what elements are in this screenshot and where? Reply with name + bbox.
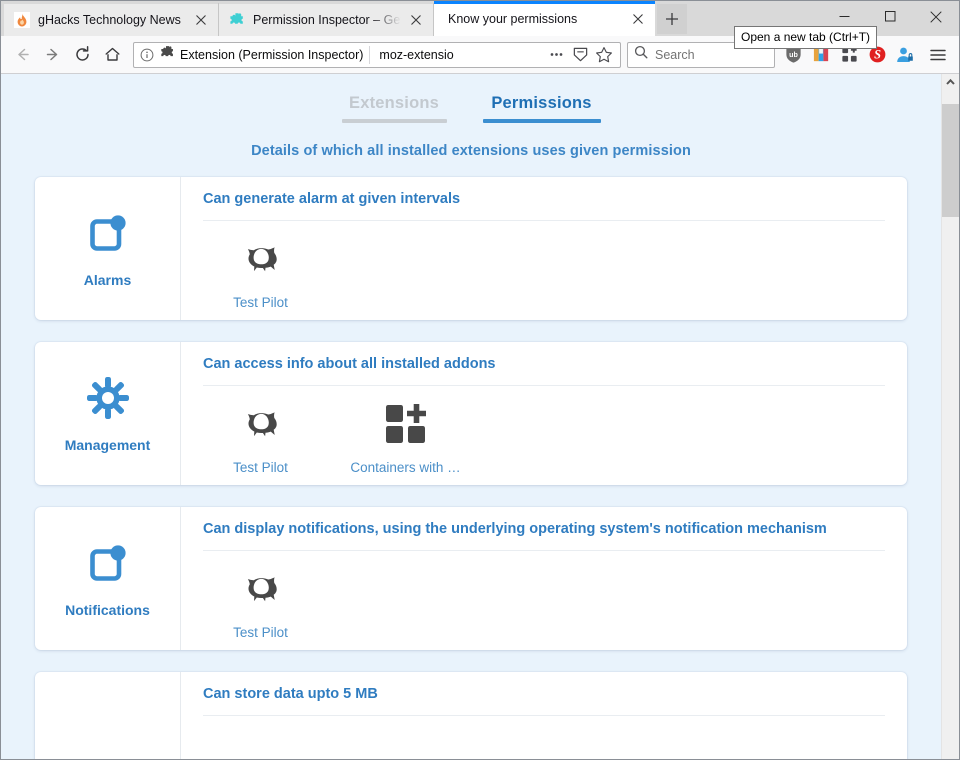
permission-card-list: Alarms Can generate alarm at given inter… xyxy=(1,177,941,759)
permission-card: Notifications Can display notifications,… xyxy=(35,507,907,650)
reload-button[interactable] xyxy=(67,40,97,70)
permission-details: Can generate alarm at given intervals Te… xyxy=(181,177,907,320)
back-arrow-icon xyxy=(17,48,29,61)
extension-name: Containers with … xyxy=(350,460,461,475)
containers-grid-plus-icon xyxy=(383,400,429,448)
permission-card: Can store data upto 5 MB xyxy=(35,672,907,759)
scrollbar-thumb[interactable] xyxy=(942,104,959,217)
search-icon xyxy=(634,45,648,64)
tab-extensions[interactable]: Extensions xyxy=(341,94,447,123)
permission-details: Can access info about all installed addo… xyxy=(181,342,907,485)
tab-close-icon[interactable] xyxy=(627,8,649,30)
extension-name: Test Pilot xyxy=(233,625,288,640)
permission-description: Can display notifications, using the und… xyxy=(203,521,885,551)
test-pilot-icon xyxy=(238,235,284,283)
permission-name: Alarms xyxy=(83,272,132,288)
tab-underline xyxy=(341,119,447,123)
content-area: Extensions Permissions Details of which … xyxy=(1,74,959,759)
permission-details: Can store data upto 5 MB xyxy=(181,672,907,759)
address-bar[interactable]: Extension (Permission Inspector) moz-ext… xyxy=(133,41,621,68)
permission-description: Can store data upto 5 MB xyxy=(203,686,885,716)
scroll-up-arrow-icon[interactable] xyxy=(942,74,959,91)
browser-tab-title: Know your permissions xyxy=(448,11,578,26)
close-button[interactable] xyxy=(913,1,959,32)
browser-tab-1[interactable]: gHacks Technology News xyxy=(4,3,219,36)
hamburger-menu-button[interactable] xyxy=(923,40,953,70)
test-pilot-icon xyxy=(238,400,284,448)
gear-icon xyxy=(84,374,132,427)
permission-identity: Alarms xyxy=(35,177,181,320)
extension-list xyxy=(203,716,885,730)
new-tab-button[interactable] xyxy=(657,4,687,34)
info-circle-icon xyxy=(140,48,154,62)
notification-rounded-square-icon xyxy=(84,539,132,592)
permission-name: Management xyxy=(64,437,151,453)
browser-window: gHacks Technology News Permission Inspec… xyxy=(0,0,960,760)
bookmark-star-icon[interactable] xyxy=(592,44,616,66)
permission-card: Management Can access info about all ins… xyxy=(35,342,907,485)
home-button[interactable] xyxy=(97,40,127,70)
identity-box[interactable]: Extension (Permission Inspector) xyxy=(138,45,371,65)
page-tab-bar: Extensions Permissions xyxy=(1,94,941,123)
test-pilot-icon xyxy=(238,565,284,613)
tab-permissions-label: Permissions xyxy=(491,94,592,112)
forward-arrow-icon xyxy=(46,48,57,61)
permission-description: Can generate alarm at given intervals xyxy=(203,191,885,221)
home-icon xyxy=(105,47,119,61)
tab-close-icon[interactable] xyxy=(190,9,212,31)
tab-underline xyxy=(482,119,601,123)
svg-text:ub: ub xyxy=(789,51,798,59)
svg-text:S: S xyxy=(874,48,881,62)
permission-identity: Management xyxy=(35,342,181,485)
hamburger-menu-icon xyxy=(930,49,946,60)
reload-icon xyxy=(75,46,89,61)
puzzle-teal-icon xyxy=(229,12,245,28)
browser-tab-title: Permission Inspector – Get this xyxy=(253,12,401,27)
permission-inspector-page: Extensions Permissions Details of which … xyxy=(1,74,941,759)
search-input[interactable]: Search xyxy=(655,48,695,62)
identity-label: Extension (Permission Inspector) xyxy=(180,47,364,62)
tab-permissions[interactable]: Permissions xyxy=(482,94,601,123)
permission-identity xyxy=(35,672,181,759)
tab-close-icon[interactable] xyxy=(405,9,427,31)
page-subtitle: Details of which all installed extension… xyxy=(251,143,691,159)
notification-rounded-square-icon xyxy=(84,209,132,262)
permission-name: Notifications xyxy=(65,602,150,618)
plus-icon xyxy=(666,13,678,25)
forward-button[interactable] xyxy=(37,40,67,70)
extension-item[interactable]: Containers with … xyxy=(348,400,463,475)
permission-details: Can display notifications, using the und… xyxy=(181,507,907,650)
extension-list: Test Pilot xyxy=(203,221,885,310)
extension-puzzle-icon xyxy=(160,45,175,65)
permission-card: Alarms Can generate alarm at given inter… xyxy=(35,177,907,320)
new-tab-tooltip: Open a new tab (Ctrl+T) xyxy=(734,26,878,49)
browser-tab-title: gHacks Technology News xyxy=(38,12,181,27)
extension-item[interactable]: Test Pilot xyxy=(203,235,318,310)
extension-name: Test Pilot xyxy=(233,460,288,475)
extension-name: Test Pilot xyxy=(233,295,288,310)
extension-list: Test Pilot xyxy=(203,386,885,475)
account-icon[interactable] xyxy=(891,40,919,70)
page-scrollbar[interactable] xyxy=(941,74,959,759)
url-text[interactable]: moz-extensio xyxy=(379,48,544,62)
reader-mode-icon[interactable] xyxy=(568,44,592,66)
ghacks-flame-icon xyxy=(14,11,30,28)
extension-list: Test Pilot xyxy=(203,551,885,640)
tab-extensions-label: Extensions xyxy=(348,94,440,112)
browser-tab-3-active[interactable]: Know your permissions xyxy=(434,1,655,36)
back-button[interactable] xyxy=(7,40,37,70)
page-actions-ellipsis-icon[interactable] xyxy=(544,44,568,66)
extension-item[interactable]: Test Pilot xyxy=(203,400,318,475)
tab-strip: gHacks Technology News Permission Inspec… xyxy=(1,1,959,49)
extension-item[interactable]: Test Pilot xyxy=(203,565,318,640)
browser-tab-2[interactable]: Permission Inspector – Get this xyxy=(219,3,434,36)
permission-description: Can access info about all installed addo… xyxy=(203,356,885,386)
permission-identity: Notifications xyxy=(35,507,181,650)
